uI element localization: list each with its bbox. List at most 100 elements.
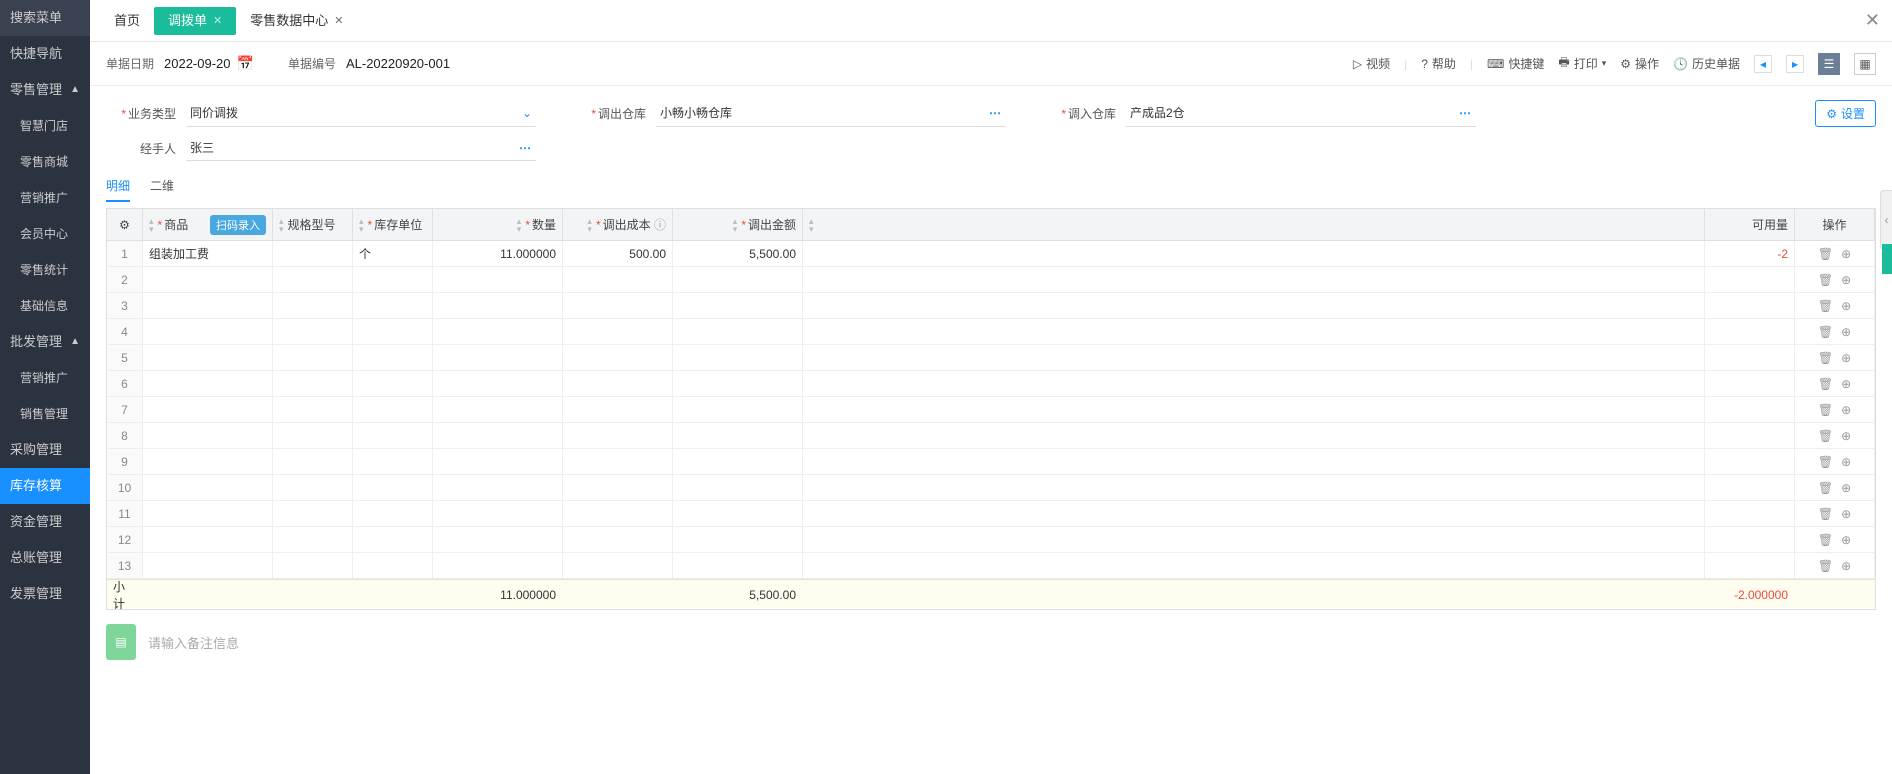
cell-product[interactable] <box>143 293 273 318</box>
sidebar-item-retailstats[interactable]: 零售统计 <box>0 252 90 288</box>
cell-unit[interactable] <box>353 475 433 500</box>
subtab-2d[interactable]: 二维 <box>150 177 174 202</box>
cell-qty[interactable] <box>433 423 563 448</box>
add-row-icon[interactable]: ⊕ <box>1841 299 1851 313</box>
close-icon[interactable]: ✕ <box>334 7 343 35</box>
shortcut-action[interactable]: ⌨快捷键 <box>1487 55 1544 72</box>
cell-cost[interactable] <box>563 475 673 500</box>
cell-spec[interactable] <box>273 527 353 552</box>
table-row[interactable]: 10🗑⊕ <box>107 475 1875 501</box>
cell-spec[interactable] <box>273 371 353 396</box>
cell-qty[interactable] <box>433 397 563 422</box>
remark-input[interactable]: 请输入备注信息 <box>148 633 1876 652</box>
subtab-detail[interactable]: 明细 <box>106 177 130 202</box>
sidebar-group-retail[interactable]: 零售管理▲ <box>0 72 90 108</box>
cell-amount[interactable] <box>673 553 803 578</box>
cell-qty[interactable] <box>433 267 563 292</box>
close-icon[interactable]: ✕ <box>213 7 222 35</box>
delete-row-icon[interactable]: 🗑 <box>1818 325 1833 339</box>
cell-amount[interactable] <box>673 475 803 500</box>
add-row-icon[interactable]: ⊕ <box>1841 429 1851 443</box>
cell-amount[interactable] <box>673 527 803 552</box>
sidebar-item-inventory[interactable]: 库存核算 <box>0 468 90 504</box>
help-action[interactable]: ?帮助 <box>1421 55 1456 72</box>
table-row[interactable]: 4🗑⊕ <box>107 319 1875 345</box>
add-row-icon[interactable]: ⊕ <box>1841 273 1851 287</box>
cell-spec[interactable] <box>273 449 353 474</box>
add-row-icon[interactable]: ⊕ <box>1841 403 1851 417</box>
cell-amount[interactable] <box>673 501 803 526</box>
tab-retail-data[interactable]: 零售数据中心✕ <box>236 7 357 35</box>
table-row[interactable]: 8🗑⊕ <box>107 423 1875 449</box>
cell-unit[interactable]: 个 <box>353 241 433 266</box>
col-unit[interactable]: ▴▾*库存单位 <box>353 209 433 240</box>
table-row[interactable]: 5🗑⊕ <box>107 345 1875 371</box>
delete-row-icon[interactable]: 🗑 <box>1818 377 1833 391</box>
cell-qty[interactable] <box>433 293 563 318</box>
table-row[interactable]: 12🗑⊕ <box>107 527 1875 553</box>
cell-product[interactable] <box>143 527 273 552</box>
cell-cost[interactable] <box>563 449 673 474</box>
cell-unit[interactable] <box>353 527 433 552</box>
inwh-select[interactable]: 产成品2仓⋯ <box>1126 101 1476 127</box>
sidebar-item-purchase[interactable]: 采购管理 <box>0 432 90 468</box>
next-button[interactable]: ▸ <box>1786 55 1804 73</box>
cell-spec[interactable] <box>273 397 353 422</box>
cell-cost[interactable] <box>563 371 673 396</box>
delete-row-icon[interactable]: 🗑 <box>1818 247 1833 261</box>
cell-qty[interactable]: 11.000000 <box>433 241 563 266</box>
prev-button[interactable]: ◂ <box>1754 55 1772 73</box>
video-action[interactable]: ▷视频 <box>1353 55 1390 72</box>
cell-amount[interactable] <box>673 371 803 396</box>
cell-qty[interactable] <box>433 449 563 474</box>
cell-cost[interactable] <box>563 553 673 578</box>
table-row[interactable]: 3🗑⊕ <box>107 293 1875 319</box>
col-product[interactable]: ▴▾*商品扫码录入 <box>143 209 273 240</box>
table-row[interactable]: 7🗑⊕ <box>107 397 1875 423</box>
cell-amount[interactable] <box>673 449 803 474</box>
operate-action[interactable]: ⚙操作 <box>1620 55 1659 72</box>
cell-spec[interactable] <box>273 501 353 526</box>
delete-row-icon[interactable]: 🗑 <box>1818 507 1833 521</box>
delete-row-icon[interactable]: 🗑 <box>1818 299 1833 313</box>
config-button[interactable]: ⚙设置 <box>1815 100 1876 127</box>
sidebar-item-member[interactable]: 会员中心 <box>0 216 90 252</box>
cell-unit[interactable] <box>353 267 433 292</box>
cell-spec[interactable] <box>273 293 353 318</box>
sidebar-item-ledger[interactable]: 总账管理 <box>0 540 90 576</box>
sidebar-item-basicinfo[interactable]: 基础信息 <box>0 288 90 324</box>
calendar-icon[interactable]: 📅 <box>237 55 254 72</box>
cell-qty[interactable] <box>433 371 563 396</box>
cell-product[interactable]: 组装加工费 <box>143 241 273 266</box>
history-action[interactable]: 🕓历史单据 <box>1673 55 1740 72</box>
cell-qty[interactable] <box>433 475 563 500</box>
table-row[interactable]: 11🗑⊕ <box>107 501 1875 527</box>
add-row-icon[interactable]: ⊕ <box>1841 247 1851 261</box>
delete-row-icon[interactable]: 🗑 <box>1818 429 1833 443</box>
cell-amount[interactable] <box>673 397 803 422</box>
cell-product[interactable] <box>143 397 273 422</box>
cell-amount[interactable] <box>673 267 803 292</box>
cell-amount[interactable]: 5,500.00 <box>673 241 803 266</box>
cell-cost[interactable]: 500.00 <box>563 241 673 266</box>
cell-unit[interactable] <box>353 293 433 318</box>
cell-product[interactable] <box>143 501 273 526</box>
cell-product[interactable] <box>143 423 273 448</box>
cell-cost[interactable] <box>563 501 673 526</box>
table-row[interactable]: 13🗑⊕ <box>107 553 1875 579</box>
cell-product[interactable] <box>143 319 273 344</box>
cell-unit[interactable] <box>353 371 433 396</box>
cell-cost[interactable] <box>563 527 673 552</box>
cell-unit[interactable] <box>353 423 433 448</box>
cell-spec[interactable] <box>273 475 353 500</box>
delete-row-icon[interactable]: 🗑 <box>1818 351 1833 365</box>
cell-unit[interactable] <box>353 449 433 474</box>
tab-home[interactable]: 首页 <box>100 7 154 35</box>
table-row[interactable]: 2🗑⊕ <box>107 267 1875 293</box>
cell-amount[interactable] <box>673 293 803 318</box>
cell-unit[interactable] <box>353 553 433 578</box>
cell-spec[interactable] <box>273 553 353 578</box>
delete-row-icon[interactable]: 🗑 <box>1818 481 1833 495</box>
sidebar-item-salesmgmt[interactable]: 销售管理 <box>0 396 90 432</box>
cell-qty[interactable] <box>433 501 563 526</box>
